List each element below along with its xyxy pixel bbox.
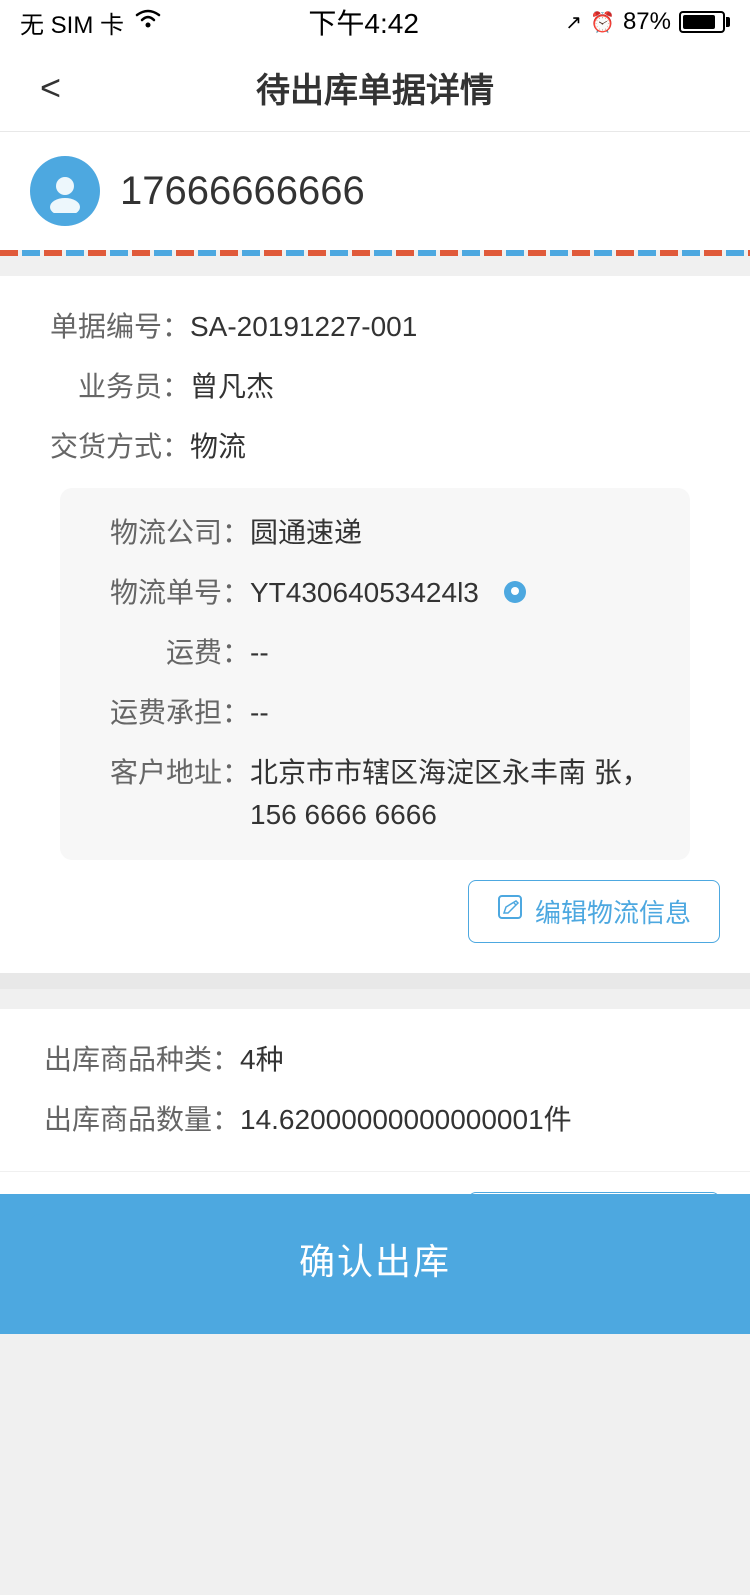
map-pin-icon [497,577,533,613]
battery-percent: 87% [623,8,671,36]
status-bar-time: 下午4:42 [308,2,419,42]
status-bar-left: 无 SIM 卡 [20,5,162,40]
delivery-method-row: 交货方式： 物流 [30,426,720,468]
alarm-icon: ⏰ [590,10,615,35]
order-no-label: 单据编号： [30,306,190,348]
logistics-company-value: 圆通速递 [250,512,660,554]
freight-bearer-label: 运费承担： [90,692,250,734]
salesperson-row: 业务员： 曾凡杰 [30,366,720,408]
goods-quantity-value: 14.62000000000000001件 [240,1099,720,1141]
confirm-outbound-button[interactable]: 确认出库 [30,1214,720,1304]
location-arrow-icon: ↗ [565,10,582,35]
page-title: 待出库单据详情 [256,63,494,112]
goods-type-value: 4种 [240,1039,720,1081]
edit-icon [497,894,525,929]
status-bar: 无 SIM 卡 下午4:42 ↗ ⏰ 87% [0,0,750,44]
address-row: 客户地址： 北京市市辖区海淀区永丰南 张，156 6666 6666 [90,752,660,836]
edit-logistics-wrapper: 编辑物流信息 [30,860,720,943]
salesperson-value: 曾凡杰 [190,366,720,408]
salesperson-label: 业务员： [30,366,190,408]
customer-phone: 17666666666 [120,169,365,214]
address-value: 北京市市辖区海淀区永丰南 张，156 6666 6666 [250,752,660,836]
delivery-method-value: 物流 [190,426,720,468]
tracking-no-value: YT43064053424l3 [250,572,660,614]
logistics-company-row: 物流公司： 圆通速递 [90,512,660,554]
customer-card: 17666666666 [0,132,750,250]
order-no-value: SA-20191227-001 [190,306,720,348]
carrier-text: 无 SIM 卡 [20,5,124,40]
goods-type-row: 出库商品种类： 4种 [30,1039,720,1081]
address-label: 客户地址： [90,752,250,794]
goods-quantity-label: 出库商品数量： [30,1099,240,1141]
goods-type-label: 出库商品种类： [30,1039,240,1081]
confirm-btn-wrapper: 确认出库 [0,1194,750,1334]
delivery-method-label: 交货方式： [30,426,190,468]
order-no-row: 单据编号： SA-20191227-001 [30,306,720,348]
goods-section: 出库商品种类： 4种 出库商品数量： 14.62000000000000001件 [0,1009,750,1171]
tracking-no-row: 物流单号： YT43064053424l3 [90,572,660,614]
logistics-company-label: 物流公司： [90,512,250,554]
edit-logistics-label: 编辑物流信息 [535,893,691,930]
edit-logistics-button[interactable]: 编辑物流信息 [468,880,720,943]
freight-value: -- [250,632,660,674]
battery-icon [679,11,730,33]
tracking-no-label: 物流单号： [90,572,250,614]
avatar [30,156,100,226]
nav-bar: < 待出库单据详情 [0,44,750,132]
logistics-card: 物流公司： 圆通速递 物流单号： YT43064053424l3 运费： -- [60,488,690,860]
section-divider [0,973,750,989]
freight-bearer-row: 运费承担： -- [90,692,660,734]
goods-quantity-row: 出库商品数量： 14.62000000000000001件 [30,1099,720,1141]
order-info-section: 单据编号： SA-20191227-001 业务员： 曾凡杰 交货方式： 物流 … [0,276,750,973]
freight-row: 运费： -- [90,632,660,674]
status-bar-right: ↗ ⏰ 87% [565,8,730,36]
content: 17666666666 单据编号： SA-20191227-001 业务员： 曾… [0,132,750,1595]
back-button[interactable]: < [30,57,71,119]
freight-bearer-value: -- [250,692,660,734]
dashed-divider [0,250,750,256]
freight-label: 运费： [90,632,250,674]
wifi-icon [134,8,162,36]
